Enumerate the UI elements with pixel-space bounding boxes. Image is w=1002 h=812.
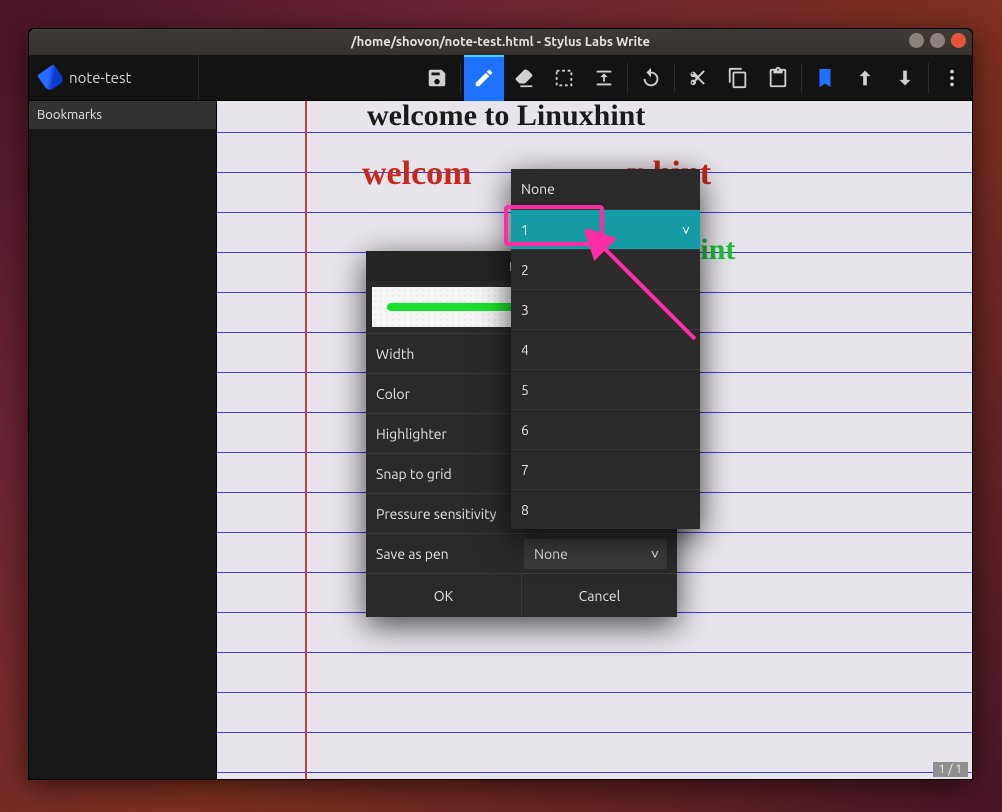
- dropdown-item-3[interactable]: 3: [511, 289, 700, 329]
- sidebar: Bookmarks: [29, 101, 217, 779]
- copy-button[interactable]: [718, 55, 758, 101]
- close-button[interactable]: [951, 33, 966, 48]
- undo-button[interactable]: [631, 55, 671, 101]
- prev-page-button[interactable]: [845, 55, 885, 101]
- toolbar-icons: [417, 55, 972, 100]
- minimize-button[interactable]: [909, 33, 924, 48]
- save-icon: [426, 67, 448, 89]
- arrow-down-icon: [894, 67, 916, 89]
- pen-saveas-label: Save as pen: [376, 546, 516, 562]
- dropdown-item-6[interactable]: 6: [511, 409, 700, 449]
- arrow-up-icon: [854, 67, 876, 89]
- dropdown-item-7[interactable]: 7: [511, 449, 700, 489]
- insert-space-button[interactable]: [584, 55, 624, 101]
- dropdown-item-8[interactable]: 8: [511, 489, 700, 529]
- dropdown-item-5[interactable]: 5: [511, 369, 700, 409]
- pen-snap-label: Snap to grid: [376, 466, 516, 482]
- eraser-icon: [513, 67, 535, 89]
- toolbar: note-test: [29, 55, 972, 101]
- eraser-button[interactable]: [504, 55, 544, 101]
- window-title: /home/shovon/note-test.html - Stylus Lab…: [351, 35, 650, 49]
- clipboard-icon: [767, 67, 789, 89]
- next-page-button[interactable]: [885, 55, 925, 101]
- handwriting-line-2a: welcom: [362, 155, 472, 193]
- dropdown-item-none[interactable]: None: [511, 169, 700, 209]
- pencil-icon: [37, 64, 65, 92]
- undo-icon: [640, 67, 662, 89]
- pen-width-label: Width: [376, 346, 516, 362]
- copy-icon: [727, 67, 749, 89]
- bookmark-button[interactable]: [805, 55, 845, 101]
- chevron-down-icon: ˅: [682, 222, 690, 238]
- chevron-down-icon: ˅: [651, 546, 659, 562]
- pen-row-saveas: Save as pen None ˅: [366, 533, 677, 573]
- maximize-button[interactable]: [930, 33, 945, 48]
- window-controls: [909, 33, 966, 48]
- bookmark-icon: [814, 67, 836, 89]
- dropdown-item-4[interactable]: 4: [511, 329, 700, 369]
- dropdown-item-2[interactable]: 2: [511, 249, 700, 289]
- titlebar: /home/shovon/note-test.html - Stylus Lab…: [29, 29, 972, 55]
- page-counter: 1 / 1: [933, 762, 968, 777]
- pen-tool-button[interactable]: [464, 55, 504, 101]
- scissors-icon: [687, 67, 709, 89]
- cut-button[interactable]: [678, 55, 718, 101]
- saveas-dropdown: None 1 ˅ 2 3 4 5 6 7 8: [511, 169, 700, 529]
- pen-saveas-select[interactable]: None ˅: [524, 539, 667, 569]
- pen-icon: [473, 67, 495, 89]
- pen-ok-button[interactable]: OK: [366, 574, 522, 617]
- pen-highlighter-label: Highlighter: [376, 426, 516, 442]
- overflow-menu-button[interactable]: [932, 55, 972, 101]
- select-icon: [553, 67, 575, 89]
- margin-line: [305, 101, 307, 779]
- save-button[interactable]: [417, 55, 457, 101]
- pen-color-label: Color: [376, 386, 516, 402]
- dropdown-item-1[interactable]: 1 ˅: [511, 209, 700, 249]
- handwriting-line-1: welcome to Linuxhint: [367, 101, 645, 133]
- sidebar-heading: Bookmarks: [29, 101, 216, 129]
- pen-pressure-label: Pressure sensitivity: [376, 506, 516, 522]
- select-button[interactable]: [544, 55, 584, 101]
- paste-button[interactable]: [758, 55, 798, 101]
- pen-cancel-button[interactable]: Cancel: [522, 574, 677, 617]
- document-tab[interactable]: note-test: [29, 55, 199, 100]
- app-window: /home/shovon/note-test.html - Stylus Lab…: [28, 28, 973, 780]
- pen-saveas-value: None: [534, 546, 568, 562]
- dropdown-item-1-label: 1: [521, 222, 529, 238]
- insert-space-icon: [593, 67, 615, 89]
- pen-dialog-buttons: OK Cancel: [366, 573, 677, 617]
- more-vertical-icon: [941, 67, 963, 89]
- tab-label: note-test: [69, 69, 131, 86]
